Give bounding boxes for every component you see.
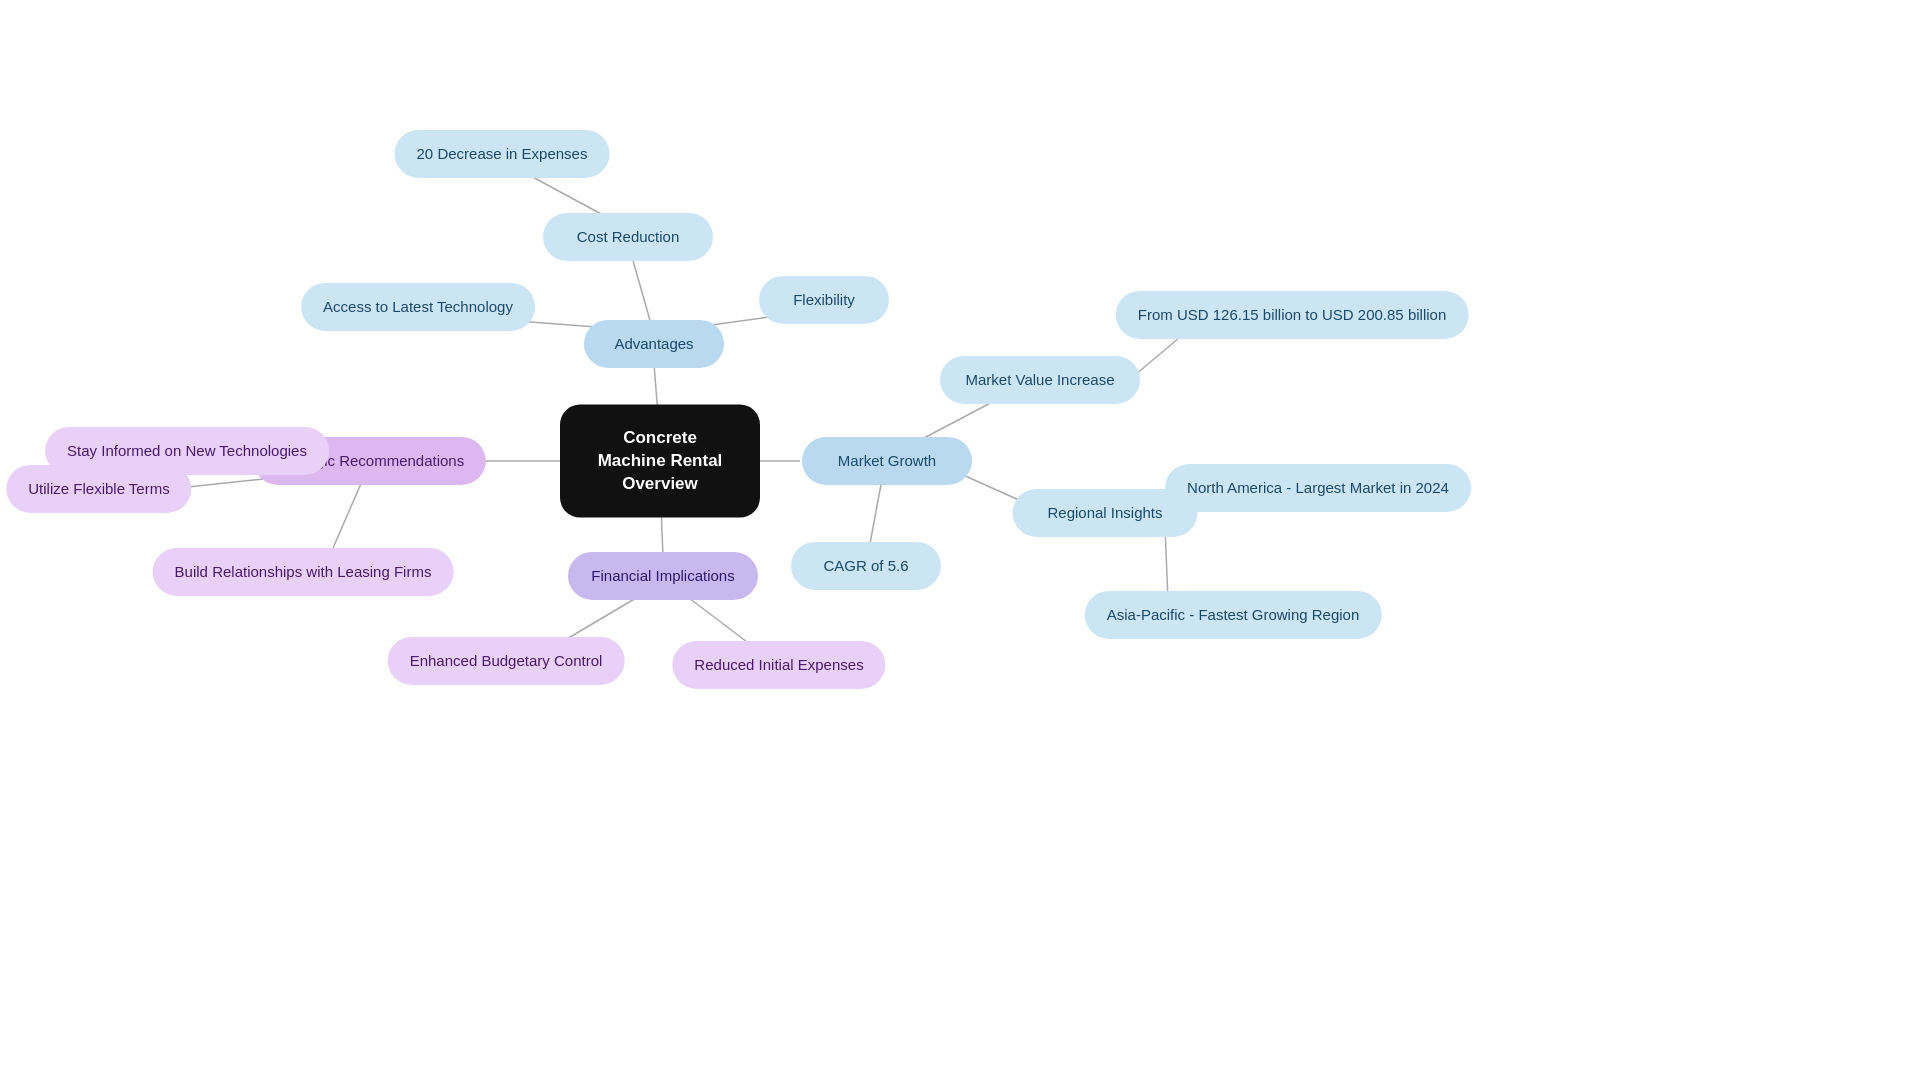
svg-line-8 — [330, 479, 363, 555]
decrease-expenses-node: 20 Decrease in Expenses — [395, 130, 610, 178]
svg-line-18 — [1165, 528, 1168, 600]
north-america-node: North America - Largest Market in 2024 — [1165, 464, 1471, 512]
usd-range-node: From USD 126.15 billion to USD 200.85 bi… — [1116, 291, 1469, 339]
connector-lines — [0, 0, 1920, 1083]
market-growth-node: Market Growth — [802, 437, 972, 485]
access-technology-node: Access to Latest Technology — [301, 283, 535, 331]
financial-node: Financial Implications — [568, 552, 758, 600]
build-relationships-node: Build Relationships with Leasing Firms — [153, 548, 454, 596]
reduced-initial-node: Reduced Initial Expenses — [672, 641, 885, 689]
cagr-node: CAGR of 5.6 — [791, 542, 941, 590]
mindmap-canvas: Concrete Machine Rental Overview Advanta… — [0, 0, 1920, 1083]
svg-line-1 — [632, 257, 651, 324]
center-node: Concrete Machine Rental Overview — [560, 405, 760, 518]
utilize-flexible-node: Utilize Flexible Terms — [6, 465, 191, 513]
asia-pacific-node: Asia-Pacific - Fastest Growing Region — [1085, 591, 1382, 639]
svg-line-13 — [869, 479, 882, 549]
cost-reduction-node: Cost Reduction — [543, 213, 713, 261]
enhanced-budgetary-node: Enhanced Budgetary Control — [388, 637, 625, 685]
market-value-node: Market Value Increase — [940, 356, 1140, 404]
advantages-node: Advantages — [584, 320, 724, 368]
flexibility-node: Flexibility — [759, 276, 889, 324]
